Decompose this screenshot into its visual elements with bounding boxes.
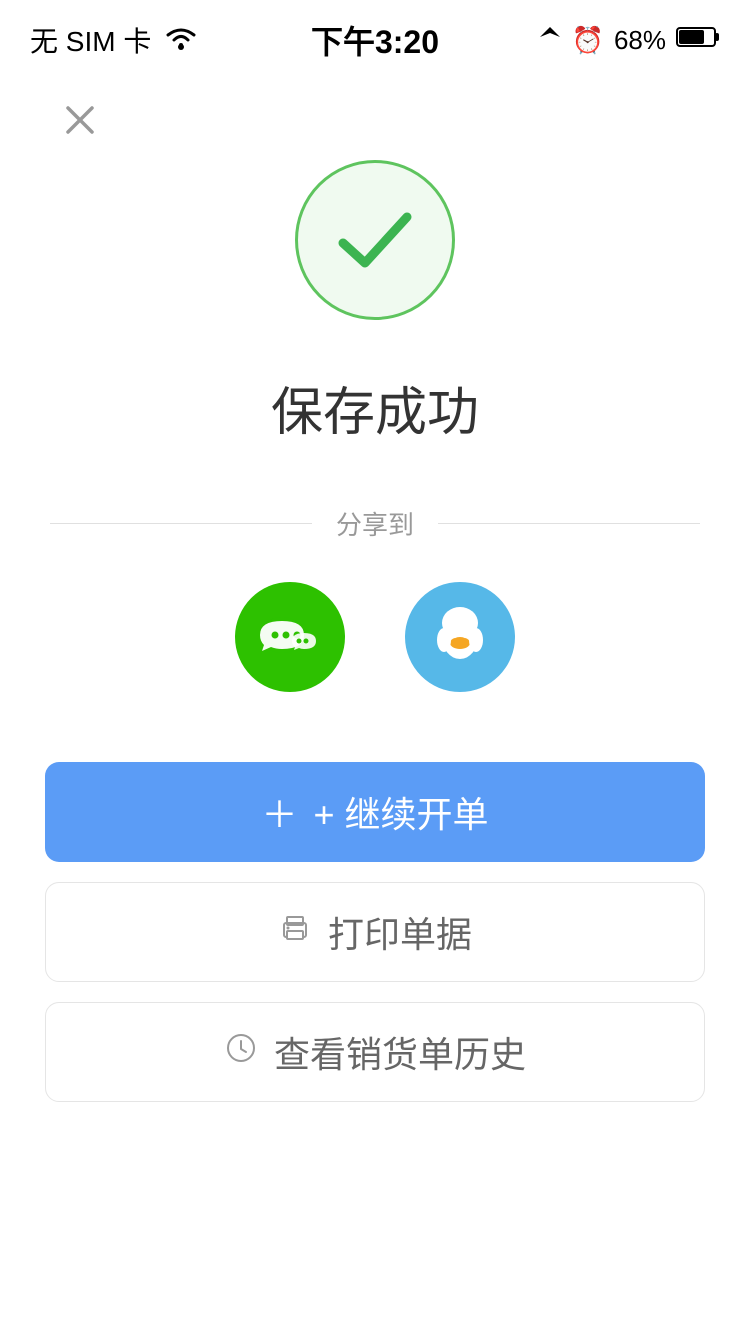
plus-icon: ＋ (261, 786, 297, 838)
history-button[interactable]: 查看销货单历史 (45, 1002, 705, 1102)
share-divider-row: 分享到 (0, 505, 750, 542)
success-title: 保存成功 (271, 370, 479, 445)
share-label: 分享到 (312, 505, 438, 542)
location-icon (538, 25, 562, 56)
history-icon (224, 1031, 258, 1074)
status-right: ⏰ 68% (538, 25, 720, 56)
divider-right (438, 523, 700, 524)
main-content: 保存成功 分享到 (0, 80, 750, 1102)
divider-left (50, 523, 312, 524)
status-time: 下午3:20 (311, 17, 439, 63)
continue-order-button[interactable]: ＋ + 继续开单 (45, 762, 705, 862)
print-button[interactable]: 打印单据 (45, 882, 705, 982)
print-icon (278, 911, 312, 954)
status-left: 无 SIM 卡 (30, 20, 199, 60)
battery-icon (676, 25, 720, 56)
history-label: 查看销货单历史 (274, 1026, 526, 1078)
print-label: 打印单据 (328, 906, 472, 958)
wifi-icon (163, 23, 199, 58)
continue-order-label: + 继续开单 (313, 786, 488, 838)
share-icons-row (235, 582, 515, 692)
status-bar: 无 SIM 卡 下午3:20 ⏰ 68% (0, 0, 750, 80)
battery-percent: 68% (614, 25, 666, 56)
wechat-share-button[interactable] (235, 582, 345, 692)
qq-share-button[interactable] (405, 582, 515, 692)
share-section: 分享到 (0, 505, 750, 692)
no-sim-label: 无 SIM 卡 (30, 20, 151, 60)
success-icon-circle (295, 160, 455, 320)
action-buttons: ＋ + 继续开单 打印单据 查看销货单历 (45, 762, 705, 1102)
alarm-icon: ⏰ (572, 25, 604, 56)
close-button[interactable] (50, 90, 110, 150)
